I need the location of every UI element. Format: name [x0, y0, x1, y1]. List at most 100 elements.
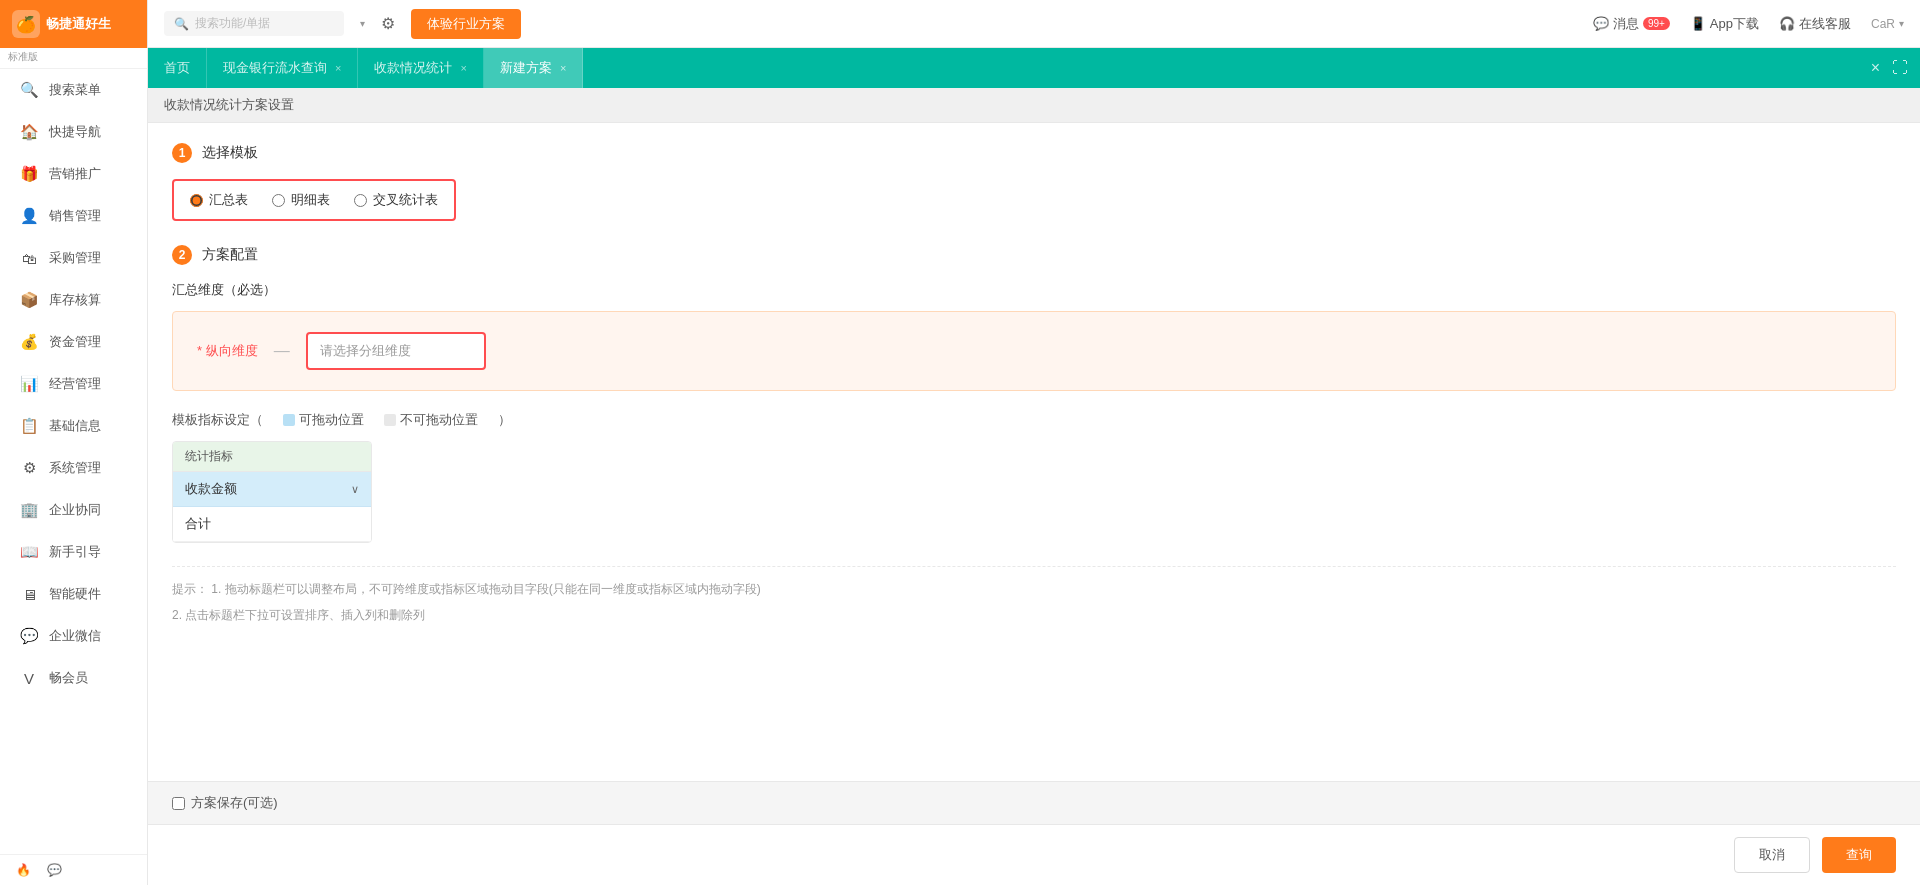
- sidebar-item-sales[interactable]: 👤 销售管理: [0, 195, 147, 237]
- radio-detail[interactable]: 明细表: [272, 191, 330, 209]
- metrics-title: 模板指标设定（: [172, 411, 263, 429]
- online-service-btn[interactable]: 🎧 在线客服: [1779, 15, 1851, 33]
- tab-new-plan-close[interactable]: ×: [560, 62, 566, 74]
- legend-drag: 可拖动位置: [283, 411, 364, 429]
- fullscreen-icon[interactable]: ⛶: [1888, 55, 1912, 81]
- tab-collection-stats-close[interactable]: ×: [460, 62, 466, 74]
- settings-icon[interactable]: ⚙: [381, 14, 395, 33]
- topbar: 🔍 搜索功能/单据 ▾ ⚙ 体验行业方案 💬 消息 99+ 📱 App下载 🎧 …: [148, 0, 1920, 48]
- trial-button[interactable]: 体验行业方案: [411, 9, 521, 39]
- sidebar-item-finance[interactable]: 💰 资金管理: [0, 321, 147, 363]
- legend-nodrag: 不可拖动位置: [384, 411, 478, 429]
- form-area: 1 选择模板 汇总表 明细表 交叉统计表: [148, 123, 1920, 781]
- radio-summary-input[interactable]: [190, 194, 203, 207]
- tab-new-plan-label: 新建方案: [500, 59, 552, 77]
- money-icon: 💰: [19, 333, 39, 351]
- tab-home[interactable]: 首页: [148, 48, 207, 88]
- tabbar-actions: × ⛶: [1867, 55, 1920, 81]
- tab-bank-flow[interactable]: 现金银行流水查询 ×: [207, 48, 358, 88]
- sidebar-item-basic-info[interactable]: 📋 基础信息: [0, 405, 147, 447]
- close-window-icon[interactable]: ×: [1867, 55, 1884, 81]
- app-download-btn[interactable]: 📱 App下载: [1690, 15, 1759, 33]
- dimension-area: * 纵向维度 — 请选择分组维度: [172, 311, 1896, 391]
- monitor-icon: 🖥: [19, 586, 39, 603]
- sidebar-item-label: 畅会员: [49, 669, 88, 687]
- upgrade-button[interactable]: 🔥: [16, 863, 31, 877]
- legend-drag-label: 可拖动位置: [299, 411, 364, 429]
- nodrag-indicator: [384, 414, 396, 426]
- section2-label: 方案配置: [202, 246, 258, 264]
- sidebar-item-wechat[interactable]: 💬 企业微信: [0, 615, 147, 657]
- user-chevron-icon: ▾: [1899, 18, 1904, 29]
- sidebar-item-label: 营销推广: [49, 165, 101, 183]
- search-box[interactable]: 🔍 搜索功能/单据: [164, 11, 344, 36]
- feedback-button[interactable]: 💬: [47, 863, 62, 877]
- section-config: 2 方案配置 汇总维度（必选） * 纵向维度 — 请选择分组维度: [172, 245, 1896, 638]
- dimension-placeholder: 请选择分组维度: [320, 343, 411, 358]
- dimension-select[interactable]: 请选择分组维度: [306, 332, 486, 370]
- section1-title: 1 选择模板: [172, 143, 1896, 163]
- metrics-col-header[interactable]: 收款金额 ∨: [173, 472, 371, 507]
- sidebar-item-quick-nav[interactable]: 🏠 快捷导航: [0, 111, 147, 153]
- metrics-title-close: ）: [498, 411, 511, 429]
- cancel-button[interactable]: 取消: [1734, 837, 1810, 873]
- sidebar-item-label: 快捷导航: [49, 123, 101, 141]
- user-menu[interactable]: CaR ▾: [1871, 17, 1904, 31]
- sidebar-edition: 标准版: [0, 48, 147, 69]
- sidebar-item-marketing[interactable]: 🎁 营销推广: [0, 153, 147, 195]
- sidebar-item-label: 资金管理: [49, 333, 101, 351]
- radio-summary[interactable]: 汇总表: [190, 191, 248, 209]
- tab-new-plan[interactable]: 新建方案 ×: [484, 48, 583, 88]
- tab-collection-stats[interactable]: 收款情况统计 ×: [358, 48, 483, 88]
- headset-icon: 🎧: [1779, 16, 1795, 31]
- dimension-vertical-label: * 纵向维度: [197, 342, 258, 360]
- save-checkbox[interactable]: 方案保存(可选): [172, 794, 278, 812]
- sidebar-item-inventory[interactable]: 📦 库存核算: [0, 279, 147, 321]
- sidebar-item-label: 企业协同: [49, 501, 101, 519]
- sidebar-item-label: 基础信息: [49, 417, 101, 435]
- topbar-right: 💬 消息 99+ 📱 App下载 🎧 在线客服 CaR ▾: [1593, 15, 1904, 33]
- query-button[interactable]: 查询: [1822, 837, 1896, 873]
- sidebar-item-label: 新手引导: [49, 543, 101, 561]
- dimension-arrow-icon: —: [274, 342, 290, 360]
- online-service-label: 在线客服: [1799, 15, 1851, 33]
- crown-icon: V: [19, 670, 39, 687]
- bag-icon: 🛍: [19, 250, 39, 267]
- dimension-subtitle: 汇总维度（必选）: [172, 281, 1896, 299]
- metrics-cell-total: 合计: [173, 507, 371, 542]
- tips-section: 提示： 1. 拖动标题栏可以调整布局，不可跨维度或指标区域拖动目字段(只能在同一…: [172, 566, 1896, 638]
- box-icon: 📦: [19, 291, 39, 309]
- radio-cross[interactable]: 交叉统计表: [354, 191, 438, 209]
- home-icon: 🏠: [19, 123, 39, 141]
- search-icon: 🔍: [174, 17, 189, 31]
- sidebar-item-purchase[interactable]: 🛍 采购管理: [0, 237, 147, 279]
- section1-label: 选择模板: [202, 144, 258, 162]
- sidebar-item-operations[interactable]: 📊 经营管理: [0, 363, 147, 405]
- sidebar-item-guide[interactable]: 📖 新手引导: [0, 531, 147, 573]
- save-label: 方案保存(可选): [191, 794, 278, 812]
- save-checkbox-input[interactable]: [172, 797, 185, 810]
- sidebar-bottom: 🔥 💬: [0, 854, 147, 885]
- sidebar-item-system[interactable]: ⚙ 系统管理: [0, 447, 147, 489]
- sidebar-item-enterprise[interactable]: 🏢 企业协同: [0, 489, 147, 531]
- sidebar-item-search-menu[interactable]: 🔍 搜索菜单: [0, 69, 147, 111]
- dimension-row: * 纵向维度 — 请选择分组维度: [197, 332, 1871, 370]
- sidebar-item-member[interactable]: V 畅会员: [0, 657, 147, 699]
- section-template: 1 选择模板 汇总表 明细表 交叉统计表: [172, 143, 1896, 221]
- content-area: 收款情况统计方案设置 1 选择模板 汇总表 明细表: [148, 88, 1920, 885]
- sidebar-item-smart-hw[interactable]: 🖥 智能硬件: [0, 573, 147, 615]
- message-btn[interactable]: 💬 消息 99+: [1593, 15, 1670, 33]
- radio-detail-input[interactable]: [272, 194, 285, 207]
- username-label: CaR: [1871, 17, 1895, 31]
- logo-name: 畅捷通好生: [46, 16, 111, 32]
- main-area: 🔍 搜索功能/单据 ▾ ⚙ 体验行业方案 💬 消息 99+ 📱 App下载 🎧 …: [148, 0, 1920, 885]
- metrics-header: 模板指标设定（ 可拖动位置 不可拖动位置 ）: [172, 411, 1896, 429]
- section2-number: 2: [172, 245, 192, 265]
- metrics-table: 统计指标 收款金额 ∨ 合计: [172, 441, 372, 543]
- radio-cross-input[interactable]: [354, 194, 367, 207]
- tabbar: 首页 现金银行流水查询 × 收款情况统计 × 新建方案 × × ⛶: [148, 48, 1920, 88]
- app-download-label: App下载: [1710, 15, 1759, 33]
- search-chevron[interactable]: ▾: [360, 18, 365, 29]
- tab-bank-flow-close[interactable]: ×: [335, 62, 341, 74]
- tab-home-label: 首页: [164, 59, 190, 77]
